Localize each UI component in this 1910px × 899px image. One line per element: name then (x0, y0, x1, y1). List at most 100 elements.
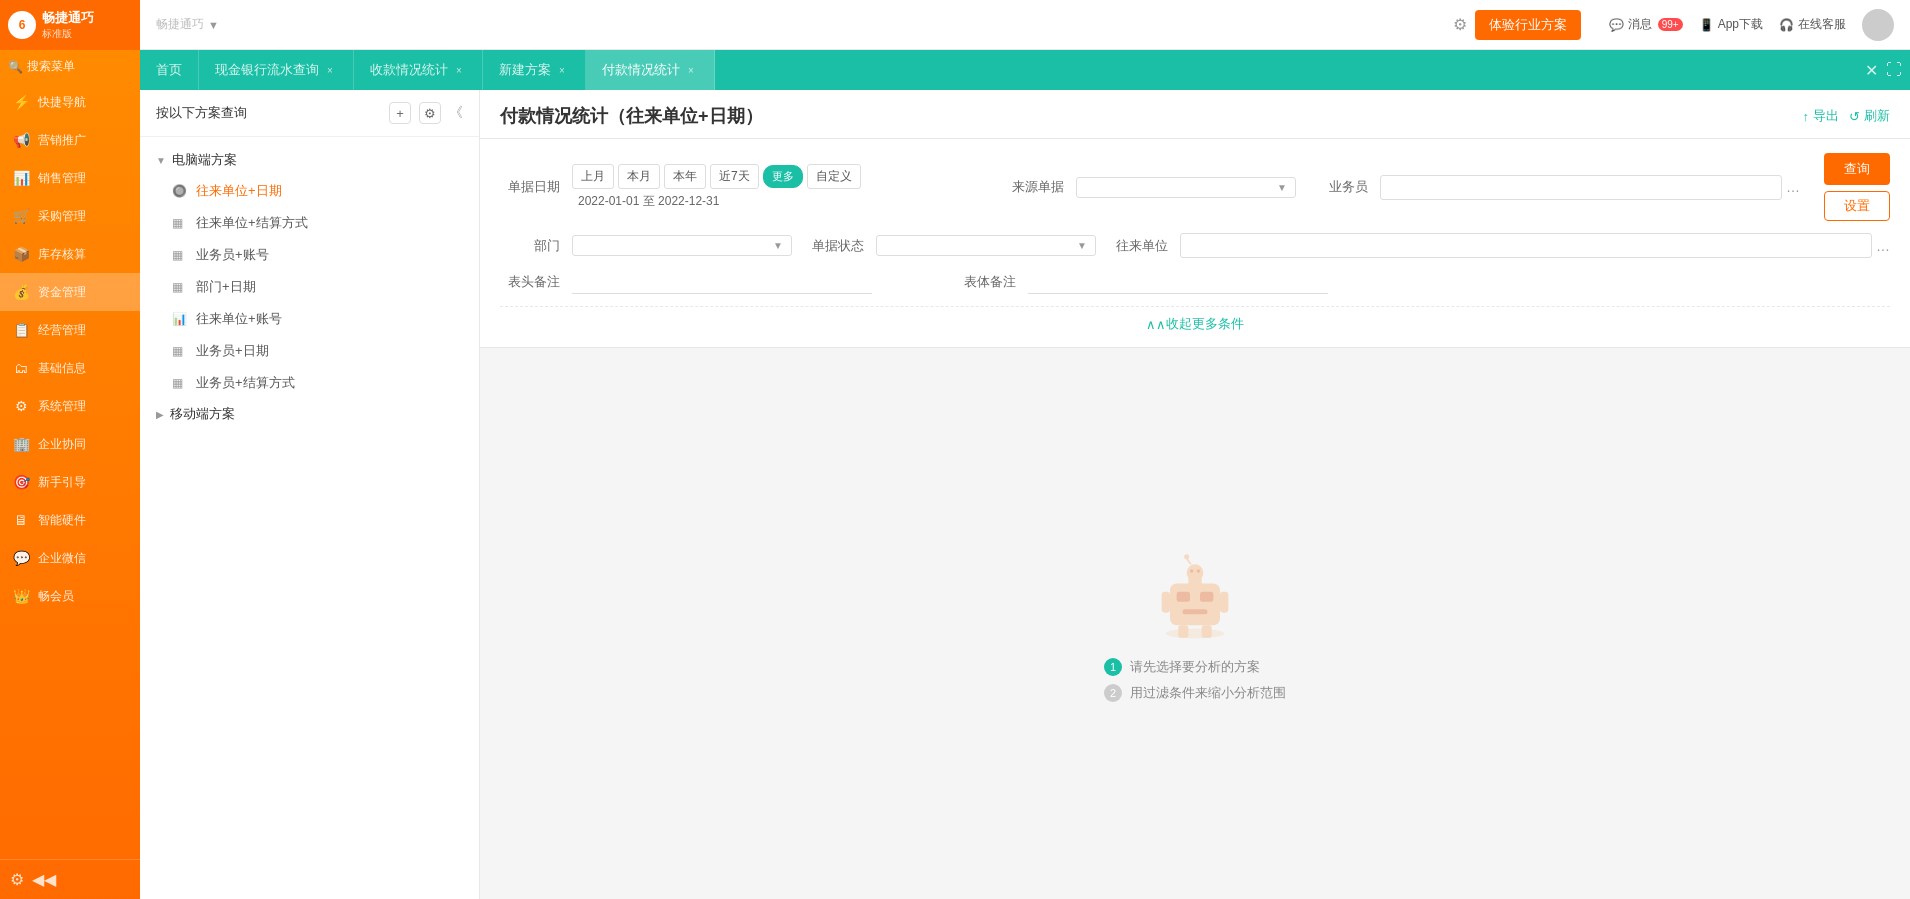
refresh-btn[interactable]: ↺ 刷新 (1849, 107, 1890, 125)
finance-icon: 💰 (12, 283, 30, 301)
date-last-month-btn[interactable]: 上月 (572, 164, 614, 189)
export-label: 导出 (1813, 107, 1839, 125)
header-note-input[interactable] (572, 270, 872, 294)
collapse-more-btn[interactable]: ∧∧ 收起更多条件 (500, 306, 1890, 333)
tab-receipt[interactable]: 收款情况统计 × (354, 50, 483, 90)
desktop-group-label: 电脑端方案 (172, 151, 237, 169)
filter-row-2: 部门 ▼ 单据状态 ▼ 往来单位 … (500, 233, 1890, 258)
sidebar-item-vip[interactable]: 👑 畅会员 (0, 577, 140, 615)
tab-payment[interactable]: 付款情况统计 × (586, 50, 715, 90)
nav-label: 畅会员 (38, 588, 74, 605)
scheme-item-unit-settle[interactable]: ▦ 往来单位+结算方式 (140, 207, 479, 239)
source-label: 来源单据 (1004, 178, 1064, 196)
scheme-item-dept-date[interactable]: ▦ 部门+日期 (140, 271, 479, 303)
scheme-item-label: 往来单位+账号 (196, 310, 282, 328)
demo-button[interactable]: 体验行业方案 (1475, 10, 1581, 40)
unit-input[interactable] (1180, 233, 1872, 258)
status-select[interactable]: ▼ (876, 235, 1096, 256)
date-shortcuts: 上月 本月 本年 近7天 更多 自定义 2022-01-01 至 2022-12… (572, 164, 992, 210)
date-more-btn[interactable]: 更多 (763, 165, 803, 188)
date-custom-btn[interactable]: 自定义 (807, 164, 861, 189)
mobile-group-header[interactable]: ▶ 移动端方案 (140, 399, 479, 429)
collapse-panel-btn[interactable]: 《 (449, 104, 463, 122)
source-select[interactable]: ▼ (1076, 177, 1296, 198)
date-this-year-btn[interactable]: 本年 (664, 164, 706, 189)
scheme-icon: ▦ (172, 248, 188, 262)
gear-icon[interactable]: ⚙ (1453, 15, 1467, 34)
unit-label: 往来单位 (1108, 237, 1168, 255)
sidebar-search[interactable]: 🔍 搜索菜单 (0, 50, 140, 83)
message-action[interactable]: 💬 消息 99+ (1609, 16, 1683, 33)
search-label: 搜索菜单 (27, 58, 75, 75)
app-logo: 6 (8, 11, 36, 39)
nav-label: 营销推广 (38, 132, 86, 149)
scheme-item-unit-account[interactable]: 📊 往来单位+账号 (140, 303, 479, 335)
body-note-input[interactable] (1028, 270, 1328, 294)
unit-dots-btn[interactable]: … (1876, 238, 1890, 254)
sidebar-item-sales[interactable]: 📊 销售管理 (0, 159, 140, 197)
tab-maximize-btn[interactable]: ⛶ (1886, 61, 1902, 79)
settings-scheme-btn[interactable]: ⚙ (419, 102, 441, 124)
date-last-7-btn[interactable]: 近7天 (710, 164, 759, 189)
scheme-icon: ▦ (172, 216, 188, 230)
tab-home[interactable]: 首页 (140, 50, 199, 90)
staff-label: 业务员 (1308, 178, 1368, 196)
filter-row-3: 表头备注 表体备注 (500, 270, 1890, 294)
svg-line-13 (1187, 558, 1191, 564)
scheme-list: ▼ 电脑端方案 🔘 往来单位+日期 ▦ 往来单位+结算方式 ▦ 业务员+账号 (140, 137, 479, 899)
group-collapse-icon: ▼ (156, 155, 166, 166)
sidebar-item-guide[interactable]: 🎯 新手引导 (0, 463, 140, 501)
date-this-month-btn[interactable]: 本月 (618, 164, 660, 189)
tab-close-payment[interactable]: × (684, 63, 698, 77)
add-scheme-btn[interactable]: + (389, 102, 411, 124)
tab-close-bank[interactable]: × (323, 63, 337, 77)
tab-close-receipt[interactable]: × (452, 63, 466, 77)
desktop-group-header[interactable]: ▼ 电脑端方案 (140, 145, 479, 175)
scheme-item-staff-settle[interactable]: ▦ 业务员+结算方式 (140, 367, 479, 399)
tab-new[interactable]: 新建方案 × (483, 50, 586, 90)
filter-actions: 查询 设置 (1824, 153, 1890, 221)
tab-label: 现金银行流水查询 (215, 61, 319, 79)
sidebar-item-base[interactable]: 🗂 基础信息 (0, 349, 140, 387)
scheme-item-staff-date[interactable]: ▦ 业务员+日期 (140, 335, 479, 367)
tab-close-new[interactable]: × (555, 63, 569, 77)
app-name: 畅捷通巧 (42, 9, 94, 27)
sidebar-item-operation[interactable]: 📋 经营管理 (0, 311, 140, 349)
staff-dots-btn[interactable]: … (1786, 179, 1800, 195)
sidebar-item-finance[interactable]: 💰 资金管理 (0, 273, 140, 311)
search-icon: 🔍 (8, 60, 23, 74)
user-avatar[interactable] (1862, 9, 1894, 41)
sidebar-item-quick[interactable]: ⚡ 快捷导航 (0, 83, 140, 121)
sidebar-item-wechat[interactable]: 💬 企业微信 (0, 539, 140, 577)
tab-bank[interactable]: 现金银行流水查询 × (199, 50, 354, 90)
sidebar-item-marketing[interactable]: 📢 营销推广 (0, 121, 140, 159)
staff-input[interactable] (1380, 175, 1782, 200)
scheme-item-staff-account[interactable]: ▦ 业务员+账号 (140, 239, 479, 271)
app-download-action[interactable]: 📱 App下载 (1699, 16, 1763, 33)
sidebar-item-purchase[interactable]: 🛒 采购管理 (0, 197, 140, 235)
empty-tip-2: 2 用过滤条件来缩小分析范围 (1104, 684, 1286, 702)
dropdown-icon[interactable]: ▼ (208, 19, 219, 31)
collapse-icon: ∧∧ (1146, 317, 1166, 332)
scheme-item-unit-date[interactable]: 🔘 往来单位+日期 (140, 175, 479, 207)
filter-row-1: 单据日期 上月 本月 本年 近7天 更多 自定义 2022-01-01 至 20… (500, 153, 1890, 221)
sidebar-item-system[interactable]: ⚙ 系统管理 (0, 387, 140, 425)
nav-label: 销售管理 (38, 170, 86, 187)
query-button[interactable]: 查询 (1824, 153, 1890, 185)
online-service-action[interactable]: 🎧 在线客服 (1779, 16, 1846, 33)
sidebar-item-inventory[interactable]: 📦 库存核算 (0, 235, 140, 273)
empty-tips: 1 请先选择要分析的方案 2 用过滤条件来缩小分析范围 (1104, 658, 1286, 702)
collapse-sidebar-btn[interactable]: ◀◀ (32, 870, 56, 889)
page-header: 付款情况统计（往来单位+日期） ↑ 导出 ↺ 刷新 (480, 90, 1910, 139)
export-btn[interactable]: ↑ 导出 (1803, 107, 1840, 125)
settings-footer-btn[interactable]: ⚙ (10, 870, 24, 889)
tab-close-all-btn[interactable]: ✕ (1865, 61, 1878, 80)
tab-controls: ✕ ⛶ (1857, 50, 1910, 90)
status-label: 单据状态 (804, 237, 864, 255)
refresh-label: 刷新 (1864, 107, 1890, 125)
sidebar-item-hardware[interactable]: 🖥 智能硬件 (0, 501, 140, 539)
sidebar-item-enterprise[interactable]: 🏢 企业协同 (0, 425, 140, 463)
nav-label: 企业微信 (38, 550, 86, 567)
dept-select[interactable]: ▼ (572, 235, 792, 256)
settings-button[interactable]: 设置 (1824, 191, 1890, 221)
